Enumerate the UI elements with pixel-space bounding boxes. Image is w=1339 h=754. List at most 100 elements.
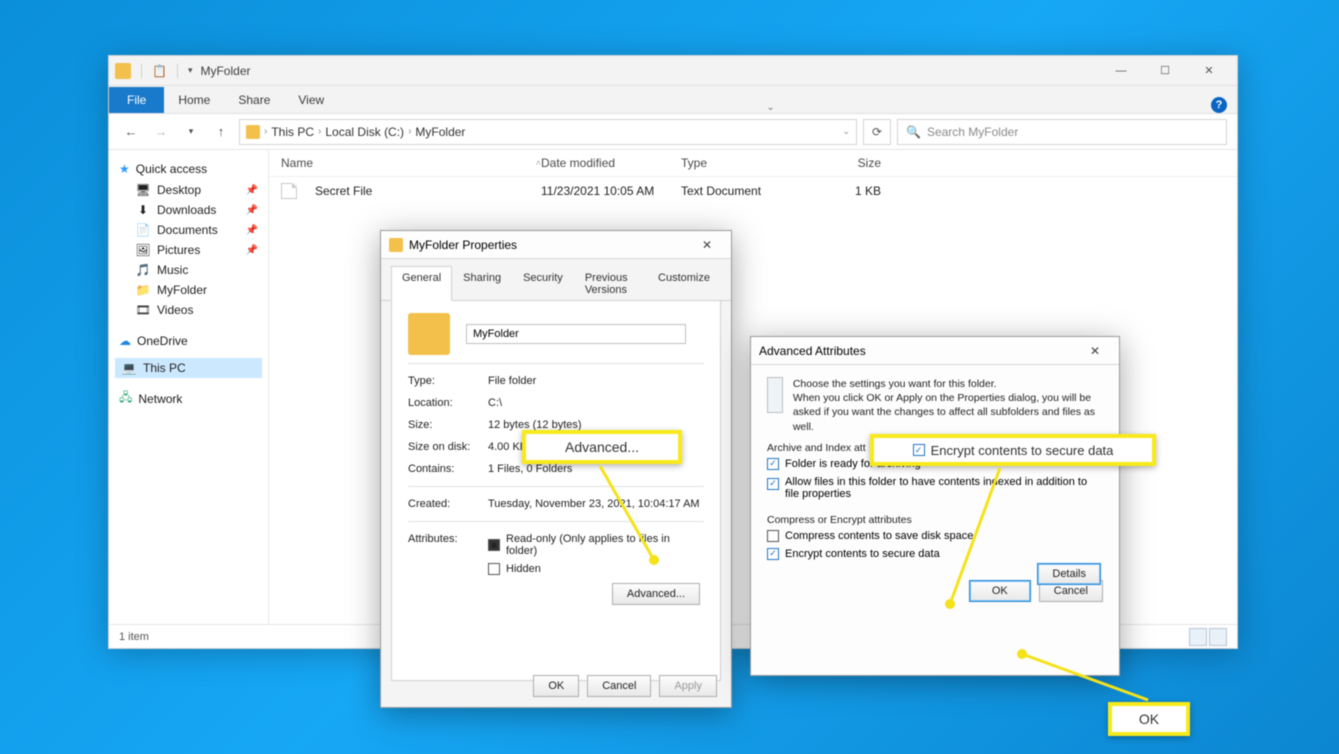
properties-body: Type:File folder Location:C:\ Size:12 by… [391, 301, 721, 681]
crumb-this-pc[interactable]: This PC [271, 125, 314, 139]
sidebar-item-label: Pictures [157, 243, 200, 257]
encrypt-label: Encrypt contents to secure data [785, 548, 940, 560]
sidebar-item-pictures[interactable]: 🖼Pictures📌 [115, 240, 262, 260]
sidebar-item-label: Documents [157, 223, 218, 237]
sidebar-item-myfolder[interactable]: 📁MyFolder [115, 280, 262, 300]
separator [177, 64, 178, 78]
checkbox-icon: ✓ [767, 458, 779, 470]
back-button[interactable]: ← [119, 120, 143, 144]
advanced-body: Choose the settings you want for this fo… [751, 365, 1119, 572]
maximize-button[interactable]: ☐ [1143, 56, 1187, 86]
window-title: MyFolder [200, 64, 250, 78]
this-pc-label: This PC [143, 361, 186, 375]
advanced-description: Choose the settings you want for this fo… [793, 377, 1103, 434]
pictures-icon: 🖼 [135, 244, 151, 256]
minimize-button[interactable]: — [1099, 56, 1143, 86]
highlight-encrypt-callout: ✓Encrypt contents to secure data [870, 434, 1156, 466]
compress-checkbox[interactable]: Compress contents to save disk space [767, 530, 1103, 542]
recent-dropdown[interactable]: ▾ [179, 120, 203, 144]
sidebar-onedrive[interactable]: ☁OneDrive [115, 330, 262, 352]
forward-button[interactable]: → [149, 120, 173, 144]
details-button[interactable]: Details [1037, 563, 1101, 585]
intro-line-2: When you click OK or Apply on the Proper… [793, 391, 1103, 434]
col-type-header[interactable]: Type [681, 156, 801, 170]
help-icon[interactable]: ? [1211, 97, 1227, 113]
tab-share[interactable]: Share [224, 87, 284, 113]
navigation-bar: ← → ▾ ↑ › This PC › Local Disk (C:) › My… [109, 114, 1237, 150]
onedrive-label: OneDrive [137, 334, 188, 348]
tab-view[interactable]: View [284, 87, 338, 113]
hidden-checkbox[interactable]: Hidden [488, 563, 704, 575]
separator [141, 64, 142, 78]
attributes-icon [767, 377, 783, 413]
folder-name-input[interactable] [466, 324, 686, 344]
view-mode-icons [1189, 628, 1227, 646]
hidden-label: Hidden [506, 563, 541, 575]
search-input[interactable]: 🔍 Search MyFolder [897, 119, 1227, 145]
tab-previous-versions[interactable]: Previous Versions [574, 266, 647, 301]
highlight-ok-callout: OK [1108, 702, 1190, 736]
up-button[interactable]: ↑ [209, 120, 233, 144]
readonly-label: Read-only (Only applies to files in fold… [506, 533, 704, 557]
tab-customize[interactable]: Customize [647, 266, 721, 301]
sidebar-network[interactable]: 🖧Network [115, 384, 262, 413]
sidebar-item-desktop[interactable]: 🖥Desktop📌 [115, 180, 262, 200]
cancel-button[interactable]: Cancel [587, 675, 651, 697]
quick-access-label: Quick access [136, 162, 207, 176]
tab-home[interactable]: Home [164, 87, 224, 113]
sidebar-quick-access[interactable]: ★Quick access [115, 158, 262, 180]
advanced-attributes-dialog: Advanced Attributes ✕ Choose the setting… [750, 336, 1120, 676]
sidebar-item-downloads[interactable]: ⬇Downloads📌 [115, 200, 262, 220]
ribbon-collapse-icon[interactable]: ⌄ [766, 102, 774, 113]
window-controls: — ☐ ✕ [1099, 56, 1231, 86]
tab-general[interactable]: General [391, 266, 452, 301]
index-checkbox[interactable]: ✓ Allow files in this folder to have cont… [767, 476, 1103, 500]
col-date-header[interactable]: Date modified [541, 156, 681, 170]
qat-icon[interactable]: 📋 [152, 64, 167, 78]
sidebar-item-label: Desktop [157, 183, 201, 197]
breadcrumb[interactable]: › This PC › Local Disk (C:) › MyFolder ⌄ [239, 119, 857, 145]
sidebar-item-videos[interactable]: 🎞Videos [115, 300, 262, 320]
sidebar-item-music[interactable]: 🎵Music [115, 260, 262, 280]
readonly-checkbox[interactable]: ■Read-only (Only applies to files in fol… [488, 533, 704, 557]
large-icons-view-icon[interactable] [1209, 628, 1227, 646]
size-label: Size: [408, 419, 488, 431]
close-button[interactable]: ✕ [1079, 344, 1111, 358]
properties-dialog: MyFolder Properties ✕ General Sharing Se… [380, 230, 732, 708]
breadcrumb-dropdown[interactable]: ⌄ [842, 126, 850, 137]
tab-security[interactable]: Security [512, 266, 574, 301]
qat-dropdown[interactable]: ▾ [188, 65, 193, 76]
file-name: Secret File [315, 184, 372, 198]
attributes-label: Attributes: [408, 533, 488, 545]
encrypt-checkbox[interactable]: ✓Encrypt contents to secure data [767, 548, 1103, 560]
location-value: C:\ [488, 397, 704, 409]
ok-button[interactable]: OK [969, 580, 1031, 602]
file-date: 11/23/2021 10:05 AM [541, 184, 681, 198]
col-name-header[interactable]: Name [281, 156, 313, 170]
checkbox-icon: ✓ [767, 478, 779, 490]
close-button[interactable]: ✕ [1187, 56, 1231, 86]
checkbox-icon [767, 530, 779, 542]
column-headers[interactable]: Name˄ Date modified Type Size [269, 150, 1237, 177]
this-pc-icon: 💻 [121, 362, 137, 374]
sidebar-this-pc[interactable]: 💻 This PC [115, 358, 262, 378]
sidebar-item-documents[interactable]: 📄Documents📌 [115, 220, 262, 240]
refresh-button[interactable]: ⟳ [863, 119, 891, 145]
file-row[interactable]: Secret File 11/23/2021 10:05 AM Text Doc… [269, 177, 1237, 205]
tab-file[interactable]: File [109, 87, 164, 113]
ok-button[interactable]: OK [533, 675, 579, 697]
highlight-label: Encrypt contents to secure data [931, 443, 1114, 458]
col-size-header[interactable]: Size [801, 156, 881, 170]
index-label: Allow files in this folder to have conte… [785, 476, 1103, 500]
crumb-drive[interactable]: Local Disk (C:) [325, 125, 404, 139]
ribbon-tabs: File Home Share View ⌄ ? [109, 86, 1237, 114]
close-button[interactable]: ✕ [691, 238, 723, 252]
apply-button[interactable]: Apply [659, 675, 717, 697]
size-on-disk-label: Size on disk: [408, 441, 488, 453]
details-view-icon[interactable] [1189, 628, 1207, 646]
compress-encrypt-group-label: Compress or Encrypt attributes [767, 514, 1103, 526]
tab-sharing[interactable]: Sharing [452, 266, 512, 301]
type-value: File folder [488, 375, 704, 387]
crumb-folder[interactable]: MyFolder [415, 125, 465, 139]
advanced-button[interactable]: Advanced... [612, 583, 700, 605]
